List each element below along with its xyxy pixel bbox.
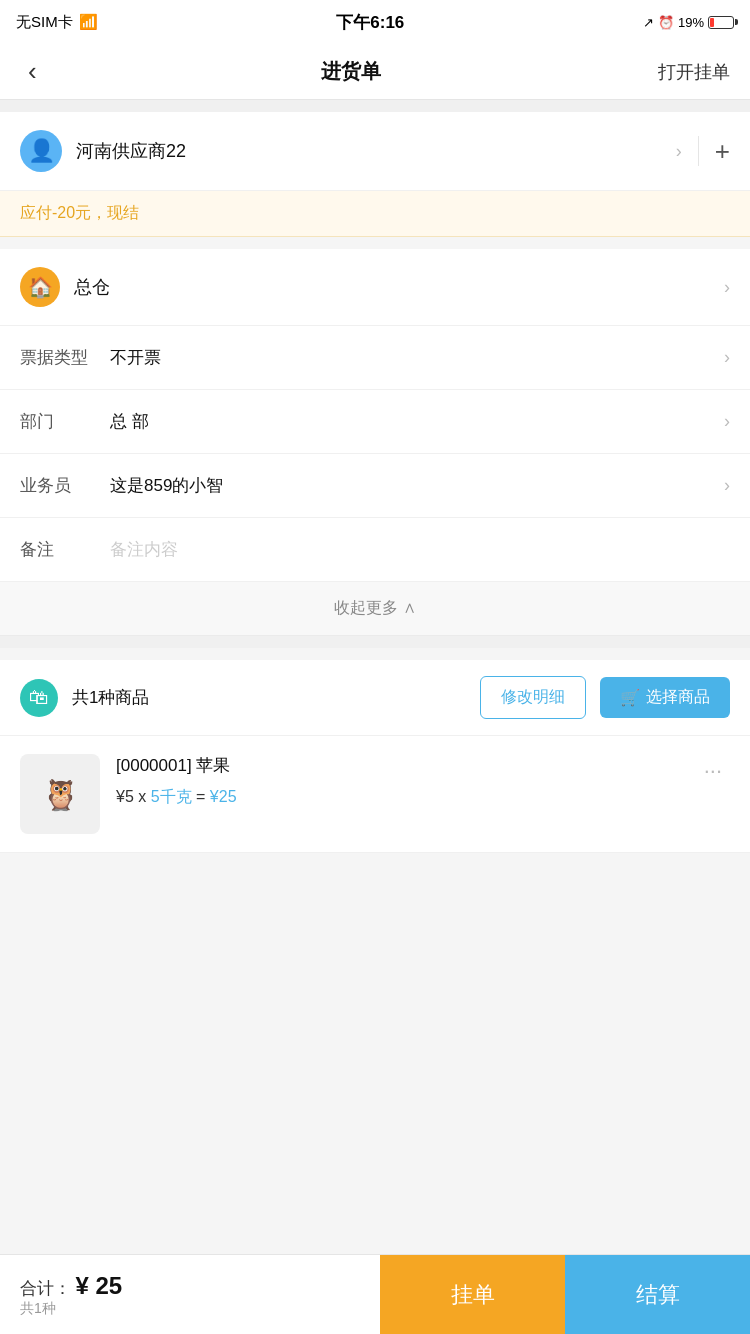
salesperson-label: 业务员 [20,474,110,497]
product-name: [0000001] 苹果 [116,754,680,777]
nav-bar: ‹ 进货单 打开挂单 [0,44,750,100]
warehouse-chevron-icon: › [724,277,730,298]
product-total: ¥25 [210,788,237,805]
products-header: 🛍 共1种商品 修改明细 🛒 选择商品 [0,660,750,736]
house-icon: 🏠 [28,275,53,299]
battery-fill [710,18,714,27]
remark-row[interactable]: 备注 备注内容 [0,518,750,582]
product-more-button[interactable]: ··· [696,754,730,788]
total-sub: 共1种 [20,1300,360,1318]
product-info: [0000001] 苹果 ¥5 x 5千克 = ¥25 [116,754,680,808]
warehouse-row[interactable]: 🏠 总仓 › [0,249,750,326]
top-divider [0,100,750,112]
footer: 合计： ¥ 25 共1种 挂单 结算 [0,1254,750,1334]
battery-icon [708,16,734,29]
edit-detail-button[interactable]: 修改明细 [480,676,586,719]
department-chevron-icon: › [724,411,730,432]
total-amount: ¥ 25 [75,1272,122,1299]
notice-text: 应付-20元，现结 [20,204,139,221]
supplier-name: 河南供应商22 [76,139,676,163]
open-suspend-button[interactable]: 打开挂单 [658,60,730,84]
suspend-button[interactable]: 挂单 [380,1255,565,1335]
product-placeholder-icon: 🦉 [42,777,79,812]
warehouse-icon: 🏠 [20,267,60,307]
status-left: 无SIM卡 📶 [16,13,98,32]
department-value: 总 部 [110,410,724,433]
salesperson-row[interactable]: 业务员 这是859的小智 › [0,454,750,518]
remark-label: 备注 [20,538,110,561]
status-bar: 无SIM卡 📶 下午6:16 ↗ ⏰ 19% [0,0,750,44]
supplier-icon: 👤 [28,138,55,164]
add-supplier-button[interactable]: + [715,136,730,167]
warehouse-name: 总仓 [74,275,724,299]
product-title: 苹果 [196,756,230,775]
product-qty: 5千克 [151,788,192,805]
supplier-row[interactable]: 👤 河南供应商22 › + [0,112,750,191]
product-item: 🦉 [0000001] 苹果 ¥5 x 5千克 = ¥25 ··· [0,736,750,853]
department-label: 部门 [20,410,110,433]
collapse-label: 收起更多 ∧ [334,599,415,616]
footer-spacer [0,853,750,953]
remark-input[interactable]: 备注内容 [110,538,730,561]
select-product-button[interactable]: 🛒 选择商品 [600,677,730,718]
carrier-label: 无SIM卡 [16,13,73,32]
invoice-type-row[interactable]: 票据类型 不开票 › [0,326,750,390]
unit-price: ¥5 [116,788,134,805]
status-right: ↗ ⏰ 19% [643,15,734,30]
bag-icon: 🛍 [29,686,49,709]
product-count-label: 共1种商品 [72,686,466,709]
page-title: 进货单 [321,58,381,85]
invoice-type-value: 不开票 [110,346,724,369]
battery-percent: 19% [678,15,704,30]
notice-bar: 应付-20元，现结 [0,191,750,237]
department-row[interactable]: 部门 总 部 › [0,390,750,454]
multiply-symbol: x [138,788,150,805]
products-icon: 🛍 [20,679,58,717]
invoice-type-chevron-icon: › [724,347,730,368]
location-icon: ↗ [643,15,654,30]
alarm-icon: ⏰ [658,15,674,30]
status-time: 下午6:16 [336,11,404,34]
salesperson-chevron-icon: › [724,475,730,496]
product-thumbnail: 🦉 [20,754,100,834]
checkout-button[interactable]: 结算 [565,1255,750,1335]
supplier-chevron-icon: › [676,141,682,162]
total-label: 合计： [20,1279,71,1298]
product-price-row: ¥5 x 5千克 = ¥25 [116,787,680,808]
collapse-toggle[interactable]: 收起更多 ∧ [0,582,750,636]
salesperson-value: 这是859的小智 [110,474,724,497]
select-product-label: 选择商品 [646,687,710,708]
vertical-divider [698,136,699,166]
mid-divider [0,636,750,648]
product-code: [0000001] [116,756,192,775]
back-button[interactable]: ‹ [20,48,45,95]
supplier-avatar: 👤 [20,130,62,172]
footer-total-section: 合计： ¥ 25 共1种 [0,1272,380,1318]
equals-symbol: = [196,788,210,805]
invoice-type-label: 票据类型 [20,346,110,369]
wifi-icon: 📶 [79,13,98,31]
cart-icon: 🛒 [620,688,640,707]
